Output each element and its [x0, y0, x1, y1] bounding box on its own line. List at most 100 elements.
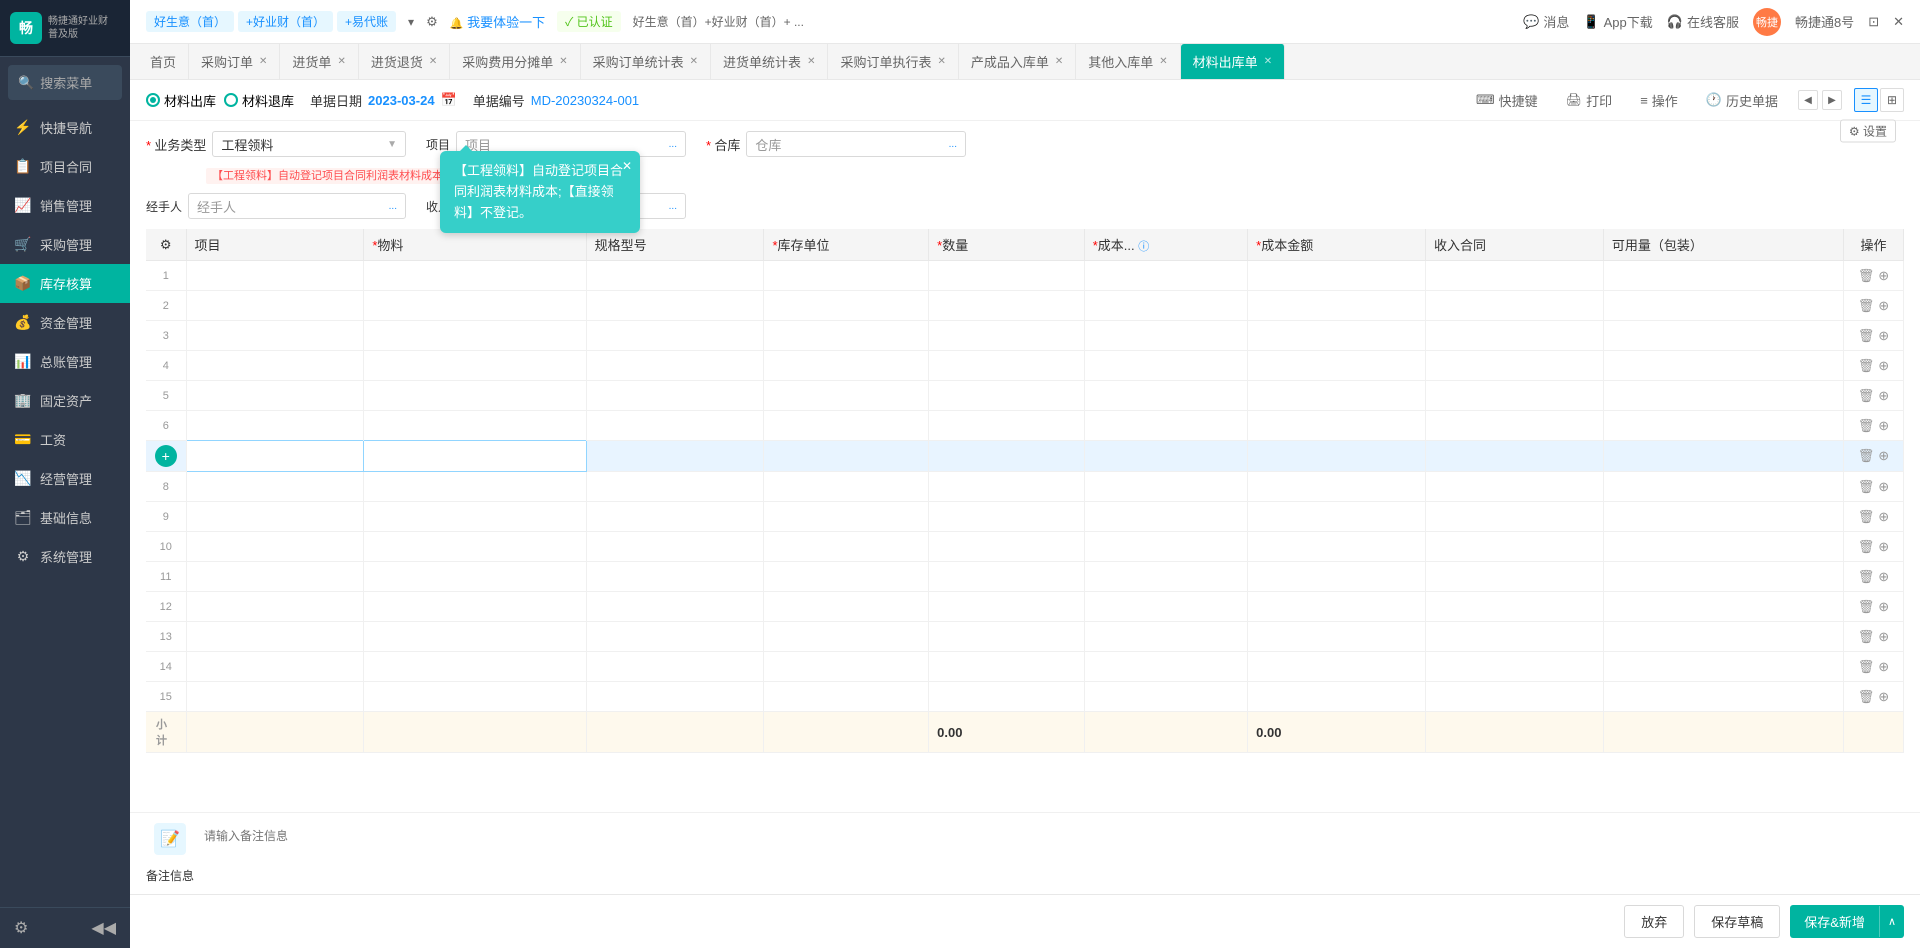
copy-row-icon[interactable]: ⊕ — [1878, 599, 1889, 615]
row-spec[interactable] — [586, 261, 764, 291]
row-unit[interactable] — [764, 411, 929, 441]
row-spec[interactable] — [586, 321, 764, 351]
row-income-contract[interactable] — [1425, 682, 1603, 712]
copy-row-icon[interactable]: ⊕ — [1878, 509, 1889, 525]
delete-row-icon[interactable]: 🗑 — [1858, 388, 1875, 404]
row-available[interactable] — [1603, 652, 1843, 682]
business-type-select[interactable]: 工程领料 ▼ — [212, 131, 406, 157]
row-material[interactable] — [364, 562, 586, 592]
tooltip-close-btn[interactable]: ✕ — [622, 157, 632, 176]
user-avatar[interactable]: 畅捷 — [1753, 8, 1781, 36]
row-cost-amount[interactable] — [1248, 351, 1426, 381]
row-cost-amount[interactable] — [1248, 682, 1426, 712]
new-row-spec[interactable] — [586, 441, 764, 472]
row-available[interactable] — [1603, 381, 1843, 411]
sidebar-item-system[interactable]: ⚙ 系统管理 — [0, 537, 130, 576]
row-quantity[interactable] — [929, 411, 1085, 441]
new-row-cost-amount[interactable] — [1248, 441, 1426, 472]
row-material[interactable] — [364, 411, 586, 441]
tab-close-icon[interactable]: ✕ — [429, 56, 437, 67]
new-row-available[interactable] — [1603, 441, 1843, 472]
handler-ellipsis[interactable]: ... — [389, 201, 397, 212]
delete-row-icon[interactable]: 🗑 — [1858, 479, 1875, 495]
row-project[interactable] — [186, 291, 364, 321]
tab-close-icon[interactable]: ✕ — [1264, 56, 1272, 67]
tab-close-icon[interactable]: ✕ — [1159, 56, 1167, 67]
copy-row-icon[interactable]: ⊕ — [1878, 479, 1889, 495]
prev-record-btn[interactable]: ◀ — [1798, 90, 1818, 110]
row-cost-price[interactable] — [1084, 562, 1247, 592]
row-cost-amount[interactable] — [1248, 622, 1426, 652]
row-unit[interactable] — [764, 351, 929, 381]
tab-purchase-stat[interactable]: 采购订单统计表 ✕ — [581, 44, 711, 79]
row-spec[interactable] — [586, 472, 764, 502]
row-material[interactable] — [364, 261, 586, 291]
row-income-contract[interactable] — [1425, 622, 1603, 652]
sidebar-item-basic[interactable]: 🗂 基础信息 — [0, 498, 130, 537]
row-income-contract[interactable] — [1425, 472, 1603, 502]
row-cost-price[interactable] — [1084, 472, 1247, 502]
tab-purchase-order[interactable]: 采购订单 ✕ — [189, 44, 280, 79]
grid-view-btn[interactable]: ⊞ — [1880, 88, 1904, 112]
tab-incoming-return[interactable]: 进货退货 ✕ — [359, 44, 450, 79]
history-btn[interactable]: 🕐 历史单据 — [1698, 89, 1786, 112]
row-project[interactable] — [186, 652, 364, 682]
delete-row-icon[interactable]: 🗑 — [1858, 569, 1875, 585]
row-quantity[interactable] — [929, 532, 1085, 562]
row-quantity[interactable] — [929, 381, 1085, 411]
next-record-btn[interactable]: ▶ — [1822, 90, 1842, 110]
handler-input[interactable]: 经手人 ... — [188, 193, 406, 219]
copy-row-icon[interactable]: ⊕ — [1878, 358, 1889, 374]
copy-row-icon[interactable]: ⊕ — [1878, 659, 1889, 675]
row-project[interactable] — [186, 411, 364, 441]
row-spec[interactable] — [586, 381, 764, 411]
row-cost-amount[interactable] — [1248, 562, 1426, 592]
project-ellipsis[interactable]: ... — [669, 139, 677, 150]
row-spec[interactable] — [586, 562, 764, 592]
row-spec[interactable] — [586, 682, 764, 712]
delete-row-icon[interactable]: 🗑 — [1858, 418, 1875, 434]
radio-material-outbound[interactable]: 材料出库 — [146, 91, 216, 110]
delete-row-icon[interactable]: 🗑 — [1858, 328, 1875, 344]
radio-material-return[interactable]: 材料退库 — [224, 91, 294, 110]
topbar-restore-icon[interactable]: ⊡ — [1868, 14, 1879, 30]
row-project[interactable] — [186, 261, 364, 291]
row-cost-price[interactable] — [1084, 622, 1247, 652]
row-material[interactable] — [364, 291, 586, 321]
row-income-contract[interactable] — [1425, 261, 1603, 291]
row-quantity[interactable] — [929, 592, 1085, 622]
sidebar-search[interactable]: 🔍 搜索菜单 — [8, 65, 122, 100]
shortcut-key-btn[interactable]: ⌨ 快捷键 — [1468, 89, 1546, 112]
app-download-btn[interactable]: 📱 App下载 — [1583, 12, 1652, 31]
message-btn[interactable]: 💬 消息 — [1523, 12, 1569, 31]
add-row-button[interactable]: + — [155, 445, 177, 467]
copy-row-icon[interactable]: ⊕ — [1878, 629, 1889, 645]
delete-row-icon[interactable]: 🗑 — [1858, 509, 1875, 525]
row-income-contract[interactable] — [1425, 562, 1603, 592]
list-view-btn[interactable]: ☰ — [1854, 88, 1878, 112]
row-project[interactable] — [186, 472, 364, 502]
delete-row-icon[interactable]: 🗑 — [1858, 629, 1875, 645]
row-unit[interactable] — [764, 472, 929, 502]
row-available[interactable] — [1603, 622, 1843, 652]
row-income-contract[interactable] — [1425, 532, 1603, 562]
sidebar-item-finance[interactable]: 💰 资金管理 — [0, 303, 130, 342]
sidebar-item-payroll[interactable]: 💳 工资 — [0, 420, 130, 459]
delete-row-icon[interactable]: 🗑 — [1858, 659, 1875, 675]
row-available[interactable] — [1603, 502, 1843, 532]
tab-close-icon[interactable]: ✕ — [1055, 56, 1063, 67]
row-spec[interactable] — [586, 532, 764, 562]
row-project[interactable] — [186, 562, 364, 592]
row-cost-price[interactable] — [1084, 502, 1247, 532]
topbar-tag-haoshengyi[interactable]: 好生意（首） — [146, 11, 234, 32]
row-income-contract[interactable] — [1425, 381, 1603, 411]
row-material[interactable] — [364, 622, 586, 652]
row-cost-amount[interactable] — [1248, 592, 1426, 622]
row-material[interactable] — [364, 351, 586, 381]
row-unit[interactable] — [764, 502, 929, 532]
row-quantity[interactable] — [929, 261, 1085, 291]
online-support-btn[interactable]: 🎧 在线客服 — [1667, 12, 1739, 31]
row-cost-price[interactable] — [1084, 351, 1247, 381]
row-available[interactable] — [1603, 411, 1843, 441]
new-row-cost-price[interactable] — [1084, 441, 1247, 472]
